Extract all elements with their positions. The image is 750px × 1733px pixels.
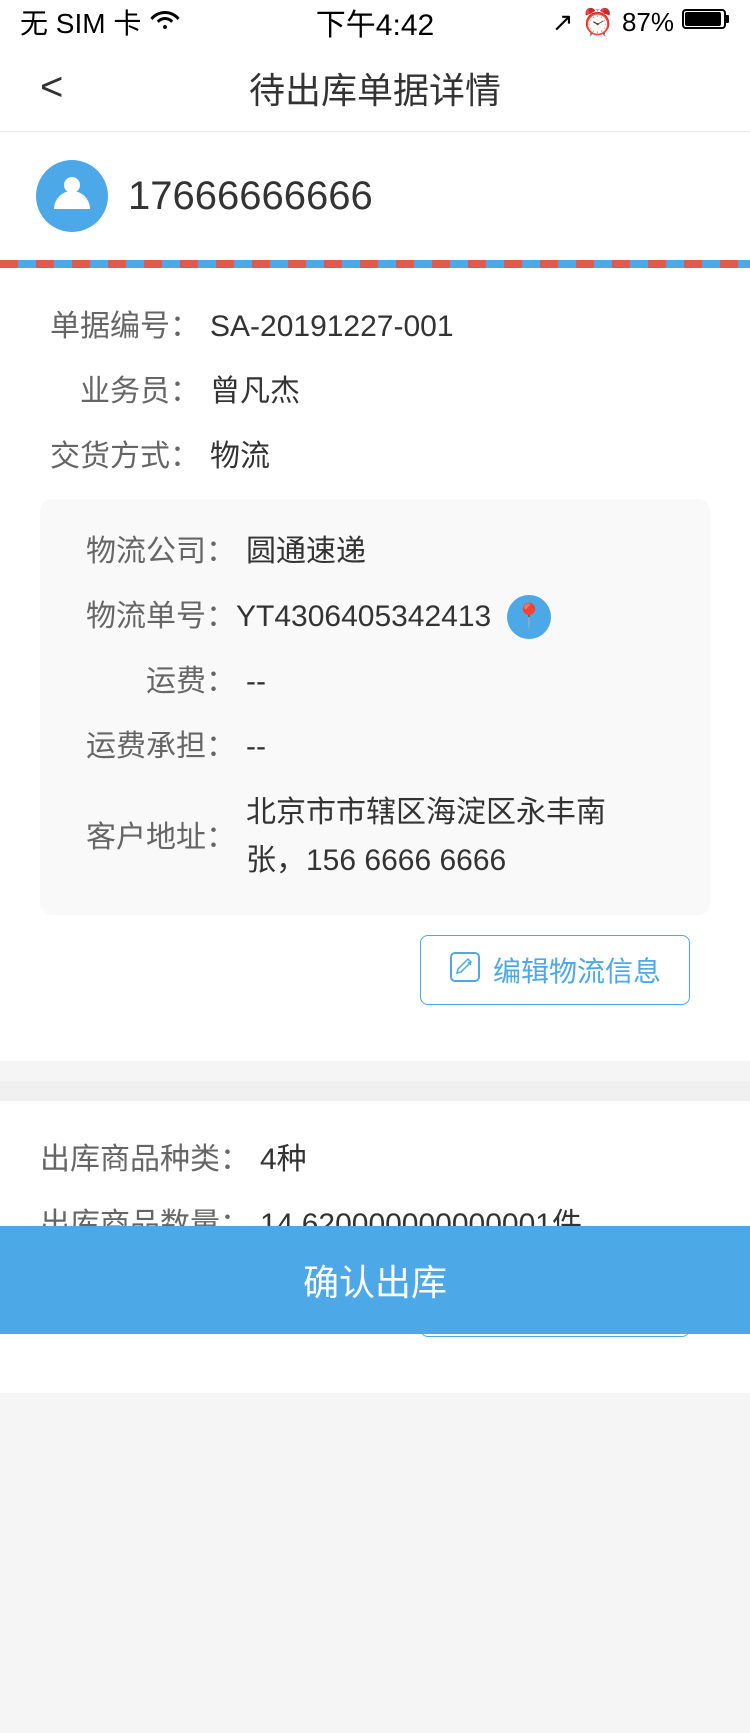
status-bar: 无 SIM 卡 下午4:42 ↗ ⏰ 87% bbox=[0, 0, 750, 44]
tracking-number-label: 物流单号： bbox=[76, 594, 236, 639]
customer-phone: 17666666666 bbox=[128, 174, 373, 219]
section-divider bbox=[0, 1081, 750, 1101]
order-info-section: 单据编号： SA-20191227-001 业务员： 曾凡杰 交货方式： 物流 … bbox=[0, 268, 750, 1061]
confirm-button-container[interactable]: 确认出库 bbox=[0, 1226, 750, 1334]
battery-text: 87% bbox=[622, 7, 674, 38]
location-icon: ↗ bbox=[552, 7, 574, 38]
address-row: 客户地址： 北京市市辖区海淀区永丰南 张，156 6666 6666 bbox=[76, 789, 674, 885]
delivery-method-label: 交货方式： bbox=[40, 434, 200, 479]
carrier-text: 无 SIM 卡 bbox=[20, 2, 141, 42]
edit-button-container: 编辑物流信息 bbox=[40, 935, 710, 1025]
logistics-company-value: 圆通速递 bbox=[236, 529, 674, 574]
salesperson-value: 曾凡杰 bbox=[200, 369, 710, 414]
pin-icon: 📍 bbox=[514, 599, 544, 635]
order-number-row: 单据编号： SA-20191227-001 bbox=[40, 304, 710, 349]
wifi-icon bbox=[149, 6, 181, 38]
salesperson-label: 业务员： bbox=[40, 369, 200, 414]
customer-section: 17666666666 bbox=[0, 132, 750, 260]
status-bar-right: ↗ ⏰ 87% bbox=[552, 7, 730, 38]
confirm-button-label: 确认出库 bbox=[303, 1262, 447, 1303]
dashed-separator bbox=[0, 260, 750, 268]
logistics-card: 物流公司： 圆通速递 物流单号： YT4306405342413 📍 运费： -… bbox=[40, 499, 710, 915]
order-number-value: SA-20191227-001 bbox=[200, 304, 710, 349]
avatar-icon bbox=[50, 169, 94, 223]
edit-icon bbox=[449, 951, 481, 990]
freight-row: 运费： -- bbox=[76, 659, 674, 704]
edit-logistics-button[interactable]: 编辑物流信息 bbox=[420, 935, 690, 1005]
delivery-method-value: 物流 bbox=[200, 434, 710, 479]
address-value: 北京市市辖区海淀区永丰南 张，156 6666 6666 bbox=[236, 789, 674, 885]
tracking-number-content: YT4306405342413 📍 bbox=[236, 594, 551, 639]
nav-bar: < 待出库单据详情 bbox=[0, 44, 750, 132]
tracking-number-row: 物流单号： YT4306405342413 📍 bbox=[76, 594, 674, 639]
goods-category-value: 4种 bbox=[250, 1137, 710, 1182]
tracking-location-button[interactable]: 📍 bbox=[507, 595, 551, 639]
alarm-icon: ⏰ bbox=[582, 7, 614, 38]
logistics-company-row: 物流公司： 圆通速递 bbox=[76, 529, 674, 574]
freight-bearer-label: 运费承担： bbox=[76, 724, 236, 769]
freight-bearer-value: -- bbox=[236, 724, 674, 769]
freight-value: -- bbox=[236, 659, 674, 704]
address-label: 客户地址： bbox=[76, 815, 236, 860]
logistics-company-label: 物流公司： bbox=[76, 529, 236, 574]
tracking-number-value: YT4306405342413 bbox=[236, 594, 491, 639]
status-bar-time: 下午4:42 bbox=[316, 0, 434, 44]
edit-button-label: 编辑物流信息 bbox=[493, 950, 661, 990]
goods-category-row: 出库商品种类： 4种 bbox=[40, 1137, 710, 1182]
avatar bbox=[36, 160, 108, 232]
back-button[interactable]: < bbox=[30, 55, 73, 120]
goods-category-label: 出库商品种类： bbox=[40, 1137, 250, 1182]
salesperson-row: 业务员： 曾凡杰 bbox=[40, 369, 710, 414]
status-bar-left: 无 SIM 卡 bbox=[20, 2, 181, 42]
battery-icon bbox=[682, 7, 730, 38]
order-number-label: 单据编号： bbox=[40, 304, 200, 349]
freight-label: 运费： bbox=[76, 659, 236, 704]
bottom-spacer bbox=[0, 1413, 750, 1613]
page-title: 待出库单据详情 bbox=[249, 62, 501, 114]
freight-bearer-row: 运费承担： -- bbox=[76, 724, 674, 769]
delivery-method-row: 交货方式： 物流 bbox=[40, 434, 710, 479]
